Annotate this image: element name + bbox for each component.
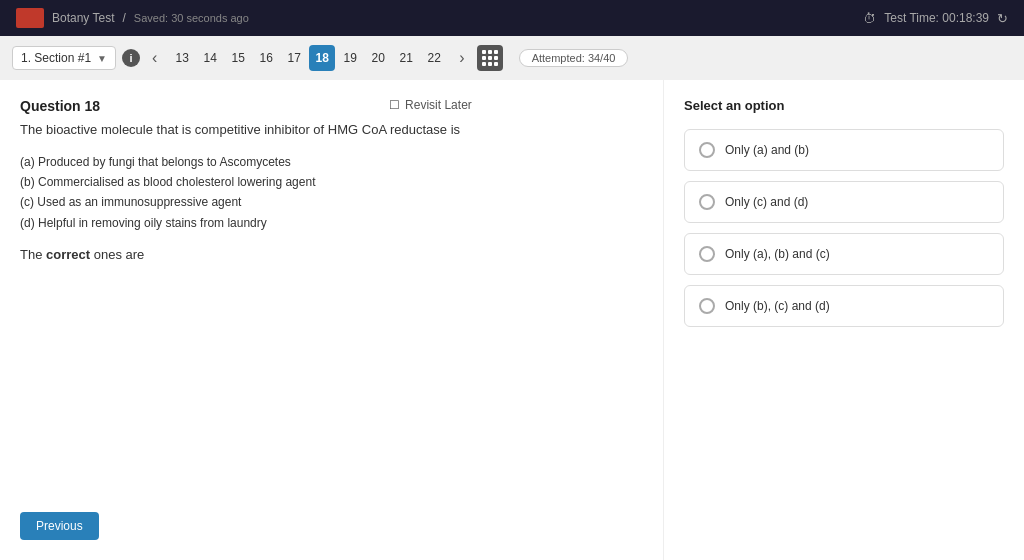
page-17-button[interactable]: 17 (281, 45, 307, 71)
revisit-later-button[interactable]: ☐ Revisit Later (389, 98, 472, 112)
right-panel: Select an option Only (a) and (b) Only (… (664, 80, 1024, 560)
top-bar-right: ⏱ Test Time: 00:18:39 ↻ (863, 11, 1008, 26)
page-20-button[interactable]: 20 (365, 45, 391, 71)
app-logo (16, 8, 44, 28)
previous-button[interactable]: Previous (20, 512, 99, 540)
radio-circle-1 (699, 142, 715, 158)
radio-circle-3 (699, 246, 715, 262)
saved-text: Saved: 30 seconds ago (134, 12, 249, 24)
grid-dots-icon (482, 50, 498, 66)
radio-circle-4 (699, 298, 715, 314)
answer-option-4-label: Only (b), (c) and (d) (725, 299, 830, 313)
page-13-button[interactable]: 13 (169, 45, 195, 71)
page-15-button[interactable]: 15 (225, 45, 251, 71)
prev-arrow-button[interactable]: ‹ (146, 47, 163, 69)
section-select[interactable]: 1. Section #1 ▼ (12, 46, 116, 70)
question-number: Question 18 (20, 98, 643, 114)
info-icon[interactable]: i (122, 49, 140, 67)
grid-view-button[interactable] (477, 45, 503, 71)
revisit-label: Revisit Later (405, 98, 472, 112)
main-content: Question 18 ☐ Revisit Later The bioactiv… (0, 80, 1024, 560)
separator: / (122, 11, 125, 25)
correct-text: The correct ones are (20, 247, 643, 262)
nav-left-section: 1. Section #1 ▼ i (12, 46, 140, 70)
nav-bar: 1. Section #1 ▼ i ‹ 13 14 15 16 17 18 19… (0, 36, 1024, 80)
option-c: (c) Used as an immunosuppressive agent (20, 192, 643, 212)
answer-option-4[interactable]: Only (b), (c) and (d) (684, 285, 1004, 327)
answer-option-2-label: Only (c) and (d) (725, 195, 808, 209)
option-a: (a) Produced by fungi that belongs to As… (20, 152, 643, 172)
next-arrow-button[interactable]: › (453, 47, 470, 69)
attempted-badge: Attempted: 34/40 (519, 49, 629, 67)
left-panel: Question 18 ☐ Revisit Later The bioactiv… (0, 80, 664, 560)
page-16-button[interactable]: 16 (253, 45, 279, 71)
answer-option-1[interactable]: Only (a) and (b) (684, 129, 1004, 171)
answer-option-3-label: Only (a), (b) and (c) (725, 247, 830, 261)
test-title: Botany Test (52, 11, 114, 25)
page-14-button[interactable]: 14 (197, 45, 223, 71)
answer-option-2[interactable]: Only (c) and (d) (684, 181, 1004, 223)
options-list: (a) Produced by fungi that belongs to As… (20, 152, 643, 234)
select-option-label: Select an option (684, 98, 1004, 113)
bookmark-icon: ☐ (389, 98, 400, 112)
top-bar: Botany Test / Saved: 30 seconds ago ⏱ Te… (0, 0, 1024, 36)
page-numbers: 13 14 15 16 17 18 19 20 21 22 (169, 45, 447, 71)
section-label: 1. Section #1 (21, 51, 91, 65)
option-d: (d) Helpful in removing oily stains from… (20, 213, 643, 233)
timer-icon: ⏱ (863, 11, 876, 26)
page-22-button[interactable]: 22 (421, 45, 447, 71)
timer-label: Test Time: 00:18:39 (884, 11, 989, 25)
question-text: The bioactive molecule that is competiti… (20, 120, 643, 140)
page-18-button[interactable]: 18 (309, 45, 335, 71)
page-21-button[interactable]: 21 (393, 45, 419, 71)
answer-option-1-label: Only (a) and (b) (725, 143, 809, 157)
refresh-icon[interactable]: ↻ (997, 11, 1008, 26)
option-b: (b) Commercialised as blood cholesterol … (20, 172, 643, 192)
radio-circle-2 (699, 194, 715, 210)
top-bar-left: Botany Test / Saved: 30 seconds ago (16, 8, 249, 28)
chevron-down-icon: ▼ (97, 53, 107, 64)
page-19-button[interactable]: 19 (337, 45, 363, 71)
answer-option-3[interactable]: Only (a), (b) and (c) (684, 233, 1004, 275)
